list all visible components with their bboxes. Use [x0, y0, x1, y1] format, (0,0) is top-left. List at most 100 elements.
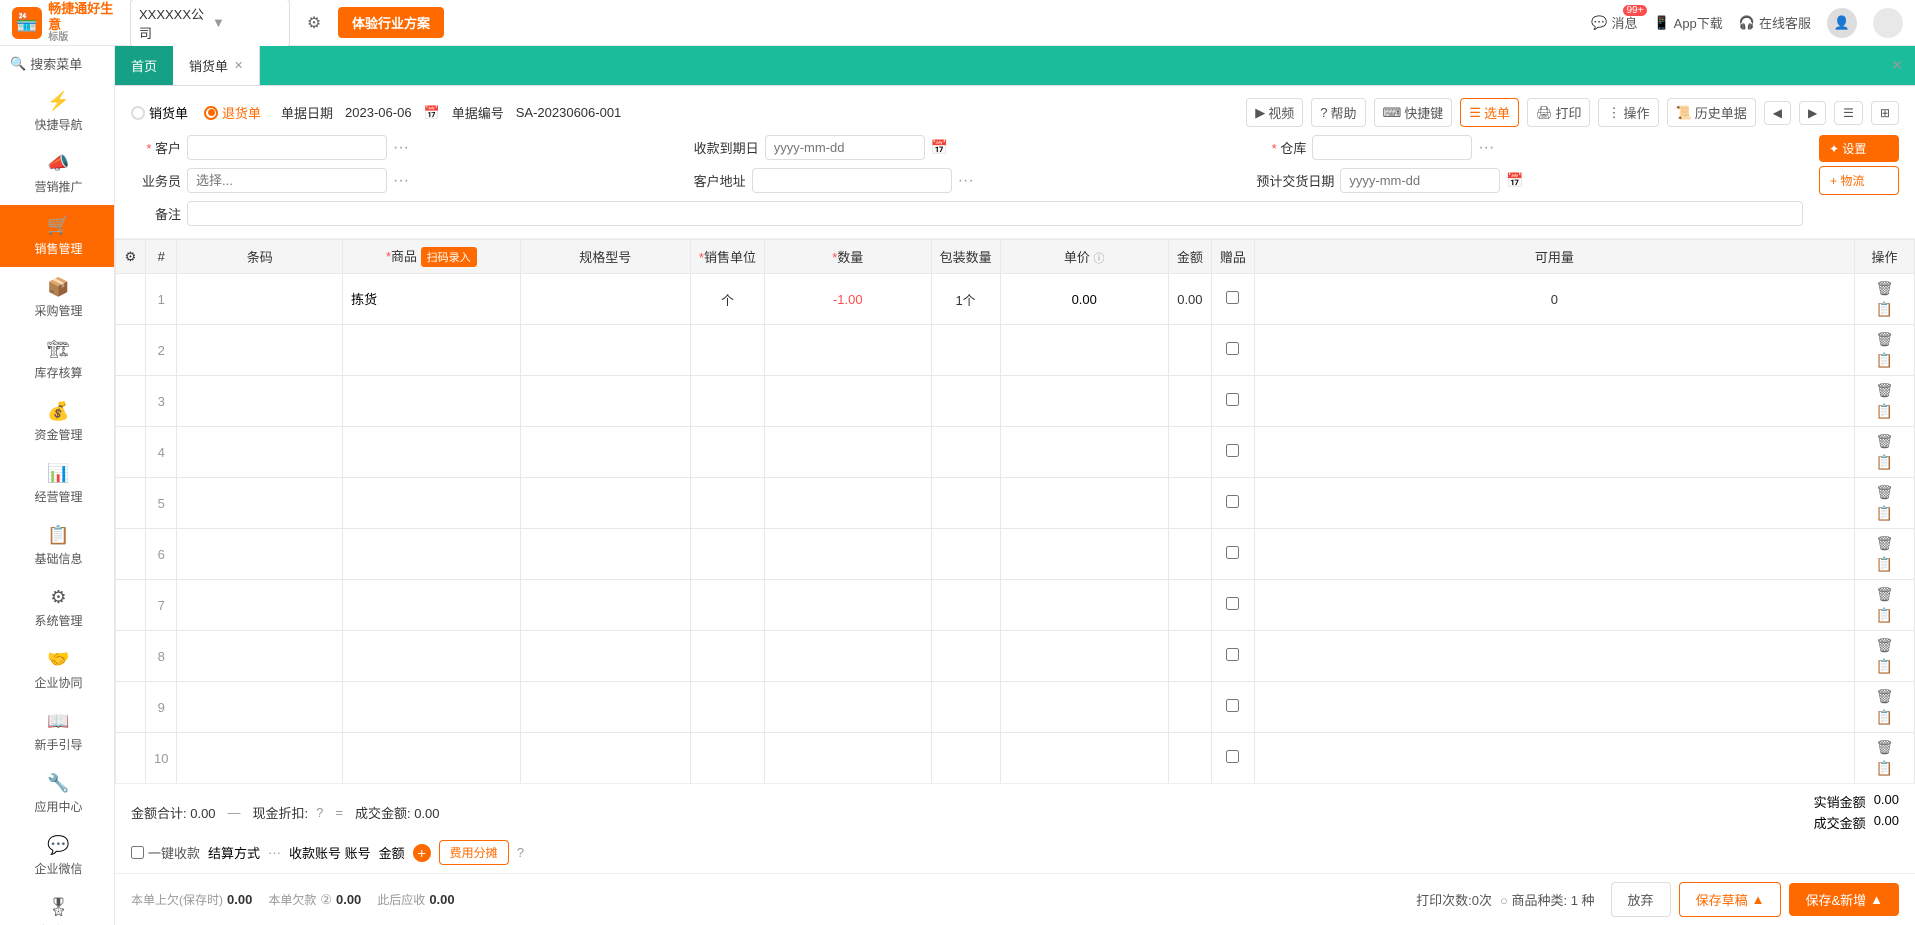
- message-button[interactable]: 💬 消息 99+: [1591, 13, 1637, 32]
- sidebar-item-member[interactable]: 🎖 畅会员: [0, 887, 114, 925]
- product-input-7[interactable]: [351, 649, 511, 664]
- expected-date-input[interactable]: [1340, 168, 1500, 193]
- sidebar-item-ops[interactable]: 📊 经营管理: [0, 453, 114, 515]
- sidebar-item-finance[interactable]: 💰 资金管理: [0, 391, 114, 453]
- sidebar-item-system[interactable]: ⚙ 系统管理: [0, 577, 114, 639]
- barcode-input-3[interactable]: [185, 445, 334, 460]
- gift-check-9[interactable]: [1226, 750, 1239, 763]
- row-copy-button-2[interactable]: 📋: [1874, 401, 1895, 422]
- gift-check-2[interactable]: [1226, 393, 1239, 406]
- sidebar-item-guide[interactable]: 📖 新手引导: [0, 701, 114, 763]
- one-click-pay-check[interactable]: [131, 846, 144, 859]
- trial-button[interactable]: 体验行业方案: [338, 7, 444, 38]
- barcode-input-8[interactable]: [185, 700, 334, 715]
- expense-help-icon[interactable]: ?: [517, 845, 524, 860]
- user-avatar[interactable]: 👤: [1827, 8, 1857, 38]
- row-copy-button-9[interactable]: 📋: [1874, 758, 1895, 779]
- price-input-5[interactable]: [1009, 547, 1160, 562]
- price-input-2[interactable]: [1009, 394, 1160, 409]
- qty-input-5[interactable]: [773, 547, 923, 562]
- settings-side-button[interactable]: ✦ 设置: [1819, 135, 1899, 162]
- sidebar-item-quick-nav[interactable]: ⚡ 快捷导航: [0, 81, 114, 143]
- tab-sales-order[interactable]: 销货单 ✕: [173, 46, 260, 85]
- price-input-1[interactable]: [1009, 343, 1160, 358]
- help-button[interactable]: ? 帮助: [1311, 98, 1365, 127]
- row-delete-button-1[interactable]: 🗑: [1874, 329, 1896, 350]
- abandon-button[interactable]: 放弃: [1611, 882, 1671, 917]
- row-delete-button-9[interactable]: 🗑: [1874, 737, 1896, 758]
- warehouse-dots-button[interactable]: ···: [1478, 139, 1494, 157]
- sidebar-item-marketing[interactable]: 📣 营销推广: [0, 143, 114, 205]
- row-copy-button-7[interactable]: 📋: [1874, 656, 1895, 677]
- expected-date-calendar-icon[interactable]: 📅: [1506, 172, 1523, 189]
- next-button[interactable]: ▶: [1799, 101, 1826, 125]
- spec-input-7[interactable]: [529, 649, 682, 664]
- save-draft-button[interactable]: 保存草稿 ▲: [1679, 882, 1782, 917]
- barcode-input-1[interactable]: [185, 343, 334, 358]
- help-hint-icon[interactable]: ?: [316, 805, 323, 820]
- qty-input-6[interactable]: [773, 598, 923, 613]
- flow-button[interactable]: + 物流: [1819, 166, 1899, 195]
- grid-view-button[interactable]: ⊞: [1871, 101, 1899, 125]
- price-input-7[interactable]: [1009, 649, 1160, 664]
- tab-close-all-button[interactable]: ✕: [1879, 57, 1915, 74]
- customer-dots-button[interactable]: ···: [393, 139, 409, 157]
- product-input-1[interactable]: [351, 343, 511, 358]
- barcode-input-5[interactable]: [185, 547, 334, 562]
- add-payment-button[interactable]: +: [413, 844, 431, 862]
- spec-input-9[interactable]: [529, 751, 682, 766]
- product-input-5[interactable]: [351, 547, 511, 562]
- spec-input-5[interactable]: [529, 547, 682, 562]
- calendar-icon[interactable]: 📅: [424, 105, 440, 121]
- salesperson-input[interactable]: [187, 168, 387, 193]
- product-input-6[interactable]: [351, 598, 511, 613]
- price-input-6[interactable]: [1009, 598, 1160, 613]
- spec-input-6[interactable]: [529, 598, 682, 613]
- spec-input-8[interactable]: [529, 700, 682, 715]
- barcode-input-2[interactable]: [185, 394, 334, 409]
- radio-sales-order[interactable]: 销货单: [131, 103, 188, 122]
- due-date-calendar-icon[interactable]: 📅: [931, 139, 948, 156]
- row-copy-button-6[interactable]: 📋: [1874, 605, 1895, 626]
- product-input-9[interactable]: [351, 751, 511, 766]
- expense-split-button[interactable]: 费用分摊: [439, 840, 509, 865]
- row-copy-button-0[interactable]: 📋: [1874, 299, 1895, 320]
- row-delete-button-8[interactable]: 🗑: [1874, 686, 1896, 707]
- gift-check-8[interactable]: [1226, 699, 1239, 712]
- price-input-0[interactable]: [1009, 292, 1160, 307]
- sidebar-item-base-info[interactable]: 📋 基础信息: [0, 515, 114, 577]
- barcode-input-6[interactable]: [185, 598, 334, 613]
- row-copy-button-4[interactable]: 📋: [1874, 503, 1895, 524]
- product-input-4[interactable]: [351, 496, 511, 511]
- sidebar-item-appstore[interactable]: 🔧 应用中心: [0, 763, 114, 825]
- company-selector[interactable]: XXXXXX公司 ▼: [130, 0, 290, 47]
- row-delete-button-7[interactable]: 🗑: [1874, 635, 1896, 656]
- product-input-3[interactable]: [351, 445, 511, 460]
- qty-input-4[interactable]: [773, 496, 923, 511]
- spec-input-2[interactable]: [529, 394, 682, 409]
- row-copy-button-5[interactable]: 📋: [1874, 554, 1895, 575]
- sidebar-item-collab[interactable]: 🤝 企业协同: [0, 639, 114, 701]
- total-owed-hint[interactable]: ②: [320, 892, 332, 908]
- addr-dots-button[interactable]: ···: [958, 172, 974, 190]
- barcode-input-7[interactable]: [185, 649, 334, 664]
- ops-button[interactable]: ⋮ 操作: [1598, 98, 1658, 127]
- qty-input-0[interactable]: [773, 292, 923, 307]
- row-delete-button-3[interactable]: 🗑: [1874, 431, 1896, 452]
- sidebar-item-purchase-mgmt[interactable]: 📦 采购管理: [0, 267, 114, 329]
- app-download-button[interactable]: 📱 App下载: [1653, 13, 1722, 32]
- spec-input-0[interactable]: [529, 292, 682, 307]
- row-copy-button-1[interactable]: 📋: [1874, 350, 1895, 371]
- salesperson-dots-button[interactable]: ···: [393, 172, 409, 190]
- settlement-dots[interactable]: ···: [268, 845, 281, 860]
- user-avatar-2[interactable]: [1873, 8, 1903, 38]
- shortcut-button[interactable]: ⌨ 快捷键: [1374, 98, 1453, 127]
- product-input-2[interactable]: [351, 394, 511, 409]
- row-copy-button-3[interactable]: 📋: [1874, 452, 1895, 473]
- barcode-input-0[interactable]: [185, 292, 334, 307]
- gift-check-7[interactable]: [1226, 648, 1239, 661]
- sidebar-item-wechat[interactable]: 💬 企业微信: [0, 825, 114, 887]
- customer-input[interactable]: [187, 135, 387, 160]
- save-new-button[interactable]: 保存&新增 ▲: [1789, 883, 1899, 916]
- print-button[interactable]: 🖨 打印: [1527, 98, 1591, 127]
